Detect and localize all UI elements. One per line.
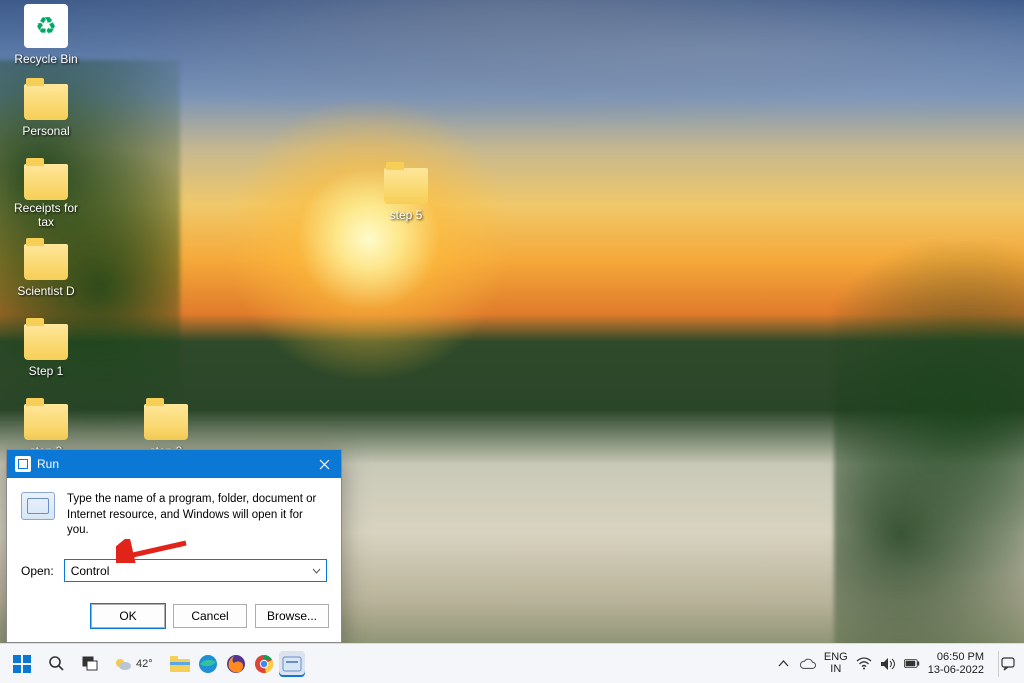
folder-icon xyxy=(24,164,68,200)
open-label: Open: xyxy=(21,564,54,578)
folder-personal[interactable]: Personal xyxy=(8,84,84,140)
chrome-icon xyxy=(254,654,274,674)
run-dialog: Run Type the name of a program, folder, … xyxy=(6,449,342,643)
search-icon xyxy=(48,655,65,672)
date-text: 13-06-2022 xyxy=(928,664,984,677)
folder-icon xyxy=(24,324,68,360)
desktop-icon-label: Scientist D xyxy=(17,285,74,299)
chrome-pin[interactable] xyxy=(251,651,277,677)
taskbar: 42° ENG xyxy=(0,643,1024,683)
speaker-icon xyxy=(880,657,895,671)
folder-receipts[interactable]: Receipts for tax xyxy=(8,164,84,231)
chevron-up-icon xyxy=(778,660,789,667)
folder-step-5[interactable]: step 5 xyxy=(368,168,444,224)
cancel-button[interactable]: Cancel xyxy=(173,604,247,628)
time-text: 06:50 PM xyxy=(928,651,984,664)
start-button[interactable] xyxy=(8,650,36,678)
onedrive-tray[interactable] xyxy=(800,656,816,672)
open-combobox[interactable] xyxy=(64,559,327,582)
folder-step-1[interactable]: Step 1 xyxy=(8,324,84,380)
recycle-bin[interactable]: ♻ Recycle Bin xyxy=(8,4,84,68)
recycle-bin-icon: ♻ xyxy=(24,4,68,48)
wifi-tray[interactable] xyxy=(856,656,872,672)
close-button[interactable] xyxy=(307,450,341,478)
run-title: Run xyxy=(37,457,307,471)
folder-icon xyxy=(24,404,68,440)
weather-icon xyxy=(114,655,132,673)
battery-tray[interactable] xyxy=(904,656,920,672)
desktop-icon-label: Receipts for tax xyxy=(8,202,84,230)
file-explorer-pin[interactable] xyxy=(167,651,193,677)
notification-icon xyxy=(1001,657,1015,671)
desktop-icon-label: Step 1 xyxy=(29,365,64,379)
clock[interactable]: 06:50 PM 13-06-2022 xyxy=(928,651,986,676)
search-button[interactable] xyxy=(42,650,70,678)
open-input[interactable] xyxy=(65,560,306,581)
run-dialog-pin[interactable] xyxy=(279,651,305,677)
tray-overflow-button[interactable] xyxy=(776,656,792,672)
desktop-icon-label: Personal xyxy=(22,125,69,139)
volume-tray[interactable] xyxy=(880,656,896,672)
weather-widget[interactable]: 42° xyxy=(110,655,157,673)
folder-icon xyxy=(24,84,68,120)
run-app-icon xyxy=(21,492,55,520)
folder-icon xyxy=(384,168,428,204)
close-icon xyxy=(319,459,330,470)
desktop-icon-label: Recycle Bin xyxy=(14,53,77,67)
weather-temp: 42° xyxy=(136,658,153,670)
browse-button[interactable]: Browse... xyxy=(255,604,329,628)
edge-icon xyxy=(198,654,218,674)
windows-logo-icon xyxy=(12,654,32,674)
edge-pin[interactable] xyxy=(195,651,221,677)
run-pin-icon xyxy=(282,656,302,672)
desktop-icon-label: step 5 xyxy=(390,209,423,223)
chevron-down-icon xyxy=(312,568,321,574)
run-dialog-icon xyxy=(15,456,31,472)
run-titlebar[interactable]: Run xyxy=(7,450,341,478)
wifi-icon xyxy=(856,657,872,670)
folder-icon xyxy=(24,244,68,280)
firefox-icon xyxy=(226,654,246,674)
folder-icon xyxy=(144,404,188,440)
notifications-button[interactable] xyxy=(998,651,1016,677)
file-explorer-icon xyxy=(170,656,190,672)
folder-scientist-d[interactable]: Scientist D xyxy=(8,244,84,300)
cloud-icon xyxy=(800,658,816,670)
ok-button[interactable]: OK xyxy=(91,604,165,628)
battery-icon xyxy=(904,658,920,669)
firefox-pin[interactable] xyxy=(223,651,249,677)
task-view-icon xyxy=(82,656,99,671)
task-view-button[interactable] xyxy=(76,650,104,678)
run-description: Type the name of a program, folder, docu… xyxy=(67,492,327,539)
language-indicator[interactable]: ENG IN xyxy=(824,652,848,675)
dropdown-button[interactable] xyxy=(306,560,326,581)
